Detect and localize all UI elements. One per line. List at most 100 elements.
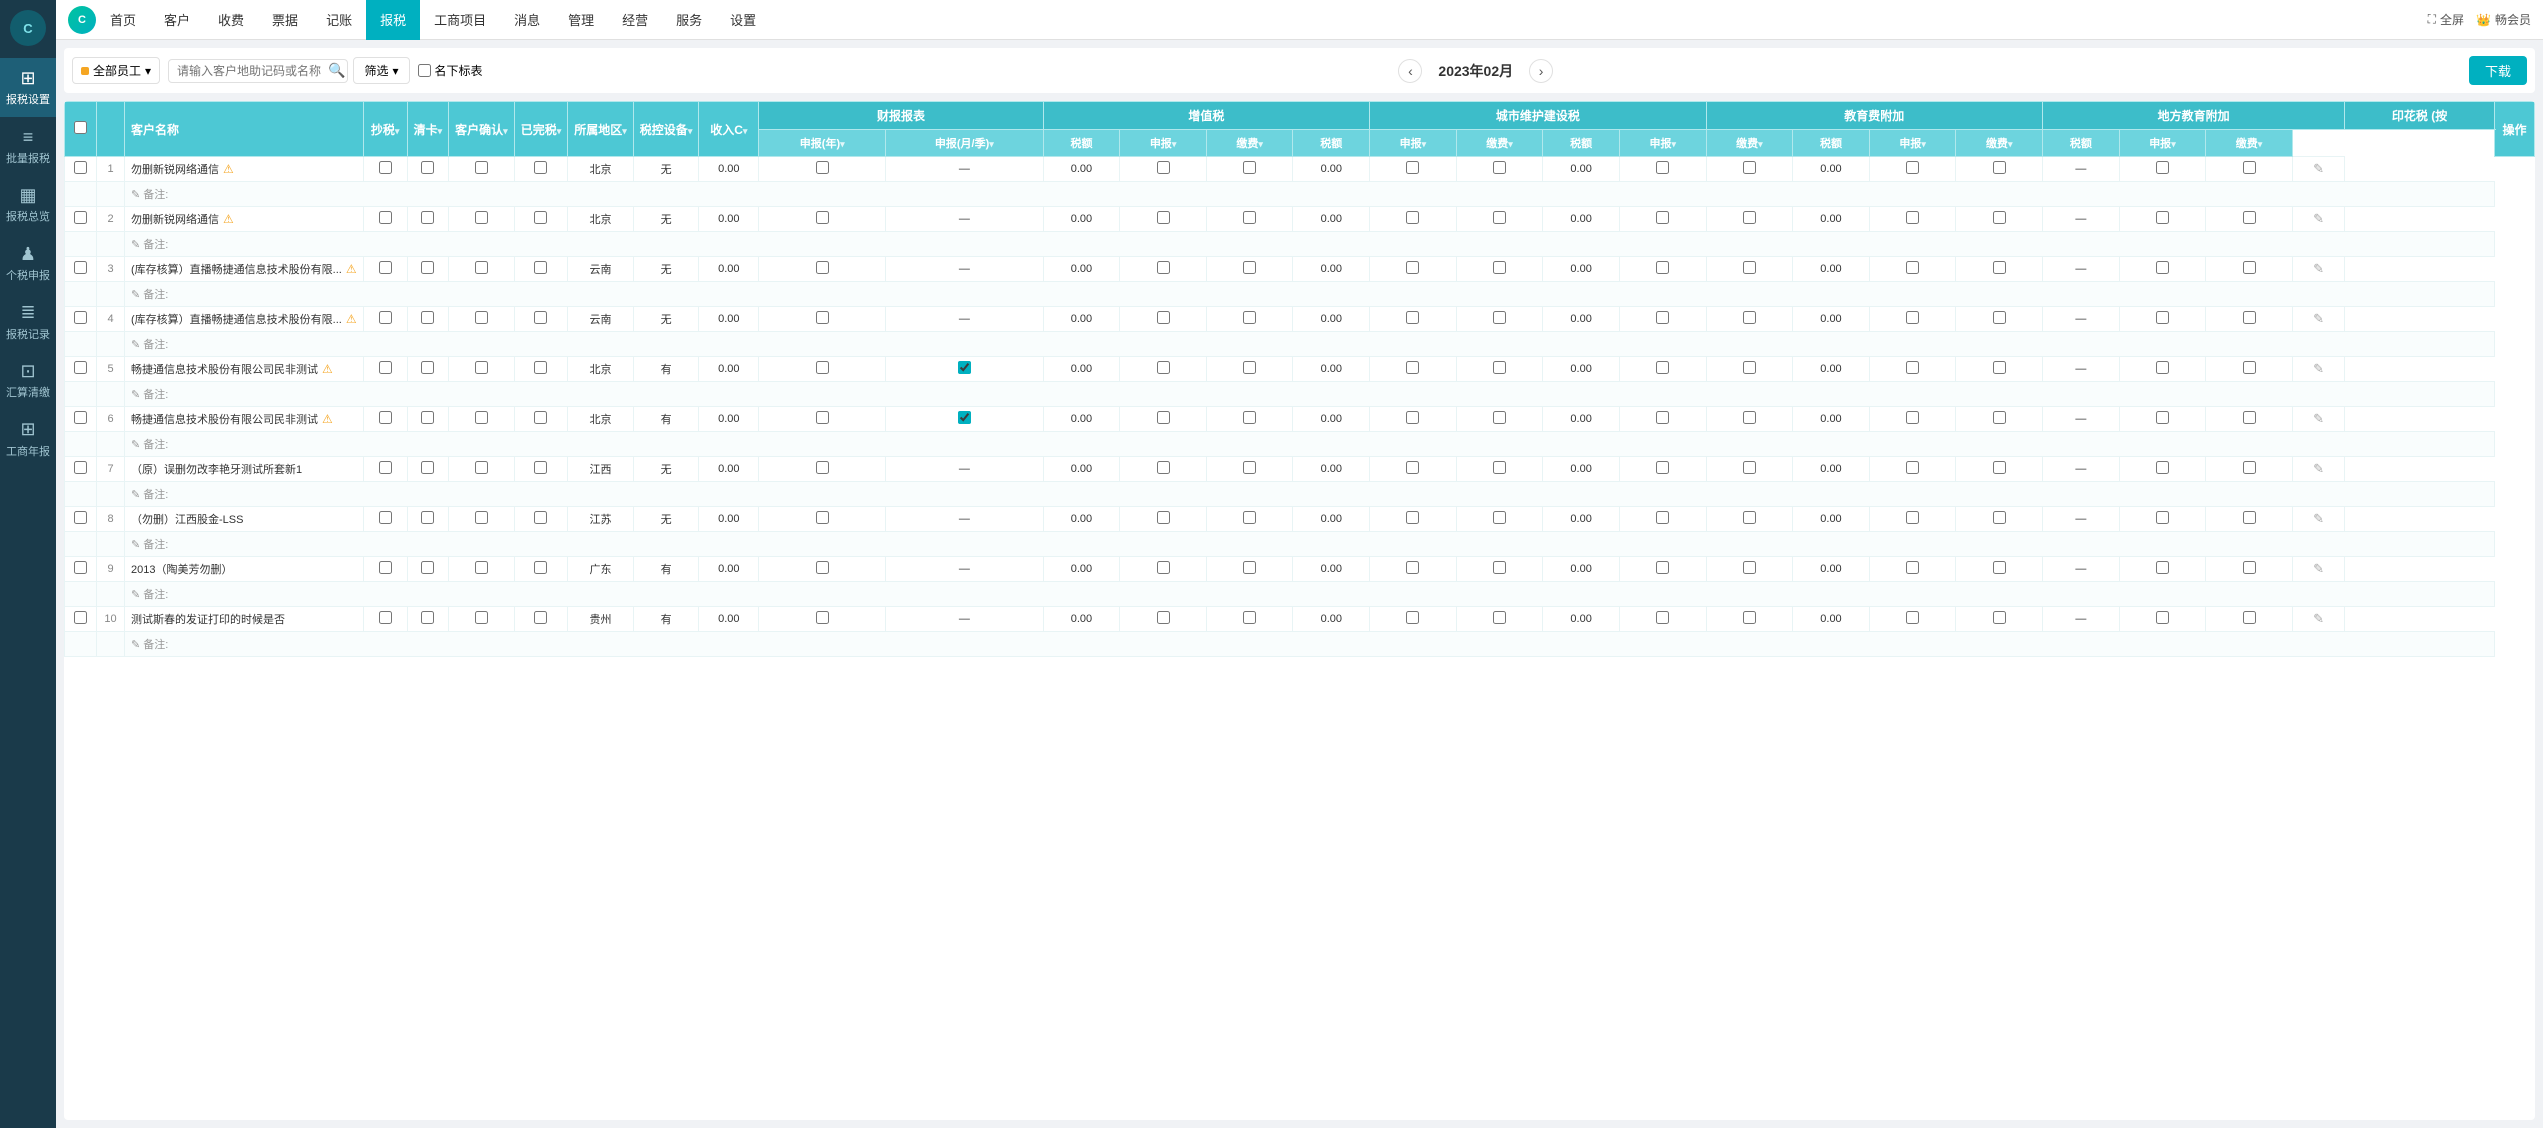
nav-fee[interactable]: 收费 (204, 0, 258, 40)
df-sb-cell[interactable] (1869, 607, 1956, 632)
chaoshui-checkbox[interactable] (379, 561, 392, 574)
yh-sb-checkbox[interactable] (2156, 461, 2169, 474)
df-sb-cell[interactable] (1869, 407, 1956, 432)
qingka-checkbox[interactable] (421, 311, 434, 324)
yh-sb-cell[interactable] (2119, 207, 2206, 232)
chaoshui-checkbox[interactable] (379, 161, 392, 174)
yh-sb-checkbox[interactable] (2156, 261, 2169, 274)
done-cell[interactable] (514, 257, 568, 282)
qingka-cell[interactable] (407, 407, 449, 432)
nav-service[interactable]: 服务 (662, 0, 716, 40)
cs-jf-cell[interactable] (1456, 607, 1543, 632)
cs-sb-checkbox[interactable] (1406, 311, 1419, 324)
qingka-cell[interactable] (407, 257, 449, 282)
cs-sb-checkbox[interactable] (1406, 411, 1419, 424)
zz-jf-cell[interactable] (1206, 307, 1293, 332)
annual-cb-cell[interactable] (759, 507, 886, 532)
note-cell[interactable]: ✎ 备注: (125, 532, 2495, 557)
jy-jf-cell[interactable] (1706, 257, 1793, 282)
edit-icon[interactable]: ✎ (2313, 411, 2324, 426)
cs-sb-cell[interactable] (1370, 557, 1457, 582)
done-checkbox[interactable] (534, 361, 547, 374)
confirm-cell[interactable] (449, 307, 515, 332)
yh-sb-cell[interactable] (2119, 357, 2206, 382)
zz-sb-cell[interactable] (1120, 457, 1207, 482)
note-cell[interactable]: ✎ 备注: (125, 282, 2495, 307)
jy-jf-cell[interactable] (1706, 307, 1793, 332)
cs-jf-checkbox[interactable] (1493, 511, 1506, 524)
yh-sb-cell[interactable] (2119, 157, 2206, 182)
jy-sb-checkbox[interactable] (1656, 411, 1669, 424)
edit-icon[interactable]: ✎ (2313, 161, 2324, 176)
zz-sb-checkbox[interactable] (1157, 211, 1170, 224)
confirm-cell[interactable] (449, 207, 515, 232)
cs-sb-cell[interactable] (1370, 157, 1457, 182)
jy-jf-cell[interactable] (1706, 557, 1793, 582)
done-checkbox[interactable] (534, 561, 547, 574)
zz-jf-checkbox[interactable] (1243, 511, 1256, 524)
annual-checkbox[interactable] (816, 511, 829, 524)
df-sb-cell[interactable] (1869, 507, 1956, 532)
annual-cb-cell[interactable] (759, 607, 886, 632)
confirm-cell[interactable] (449, 507, 515, 532)
zz-sb-cell[interactable] (1120, 357, 1207, 382)
qingka-checkbox[interactable] (421, 561, 434, 574)
cs-sb-cell[interactable] (1370, 607, 1457, 632)
df-sb-checkbox[interactable] (1906, 211, 1919, 224)
cs-jf-cell[interactable] (1456, 357, 1543, 382)
row-checkbox[interactable] (74, 211, 87, 224)
qingka-checkbox[interactable] (421, 261, 434, 274)
confirm-checkbox[interactable] (475, 161, 488, 174)
confirm-cell[interactable] (449, 457, 515, 482)
done-checkbox[interactable] (534, 461, 547, 474)
row-select-cell[interactable] (65, 157, 97, 182)
annual-checkbox[interactable] (816, 211, 829, 224)
sidebar-item-baoshuishezhi[interactable]: ⊞ 报税设置 (0, 58, 56, 117)
nav-manage[interactable]: 管理 (554, 0, 608, 40)
cs-sb-cell[interactable] (1370, 507, 1457, 532)
df-jf-cell[interactable] (1956, 307, 2043, 332)
qingka-checkbox[interactable] (421, 511, 434, 524)
yh-sb-cell[interactable] (2119, 457, 2206, 482)
monthly-cb-cell[interactable]: — (886, 157, 1044, 182)
yh-sb-cell[interactable] (2119, 607, 2206, 632)
annual-checkbox[interactable] (816, 461, 829, 474)
done-cell[interactable] (514, 207, 568, 232)
qingka-checkbox[interactable] (421, 611, 434, 624)
yh-jf-cell[interactable] (2206, 307, 2293, 332)
search-input[interactable] (168, 59, 348, 83)
yh-jf-checkbox[interactable] (2243, 161, 2256, 174)
cs-jf-checkbox[interactable] (1493, 311, 1506, 324)
nav-customer[interactable]: 客户 (150, 0, 204, 40)
jy-sb-cell[interactable] (1619, 307, 1706, 332)
note-cell[interactable]: ✎ 备注: (125, 232, 2495, 257)
done-checkbox[interactable] (534, 311, 547, 324)
row-checkbox[interactable] (74, 361, 87, 374)
done-cell[interactable] (514, 607, 568, 632)
jy-sb-cell[interactable] (1619, 557, 1706, 582)
monthly-cb-cell[interactable]: — (886, 207, 1044, 232)
jy-jf-checkbox[interactable] (1743, 261, 1756, 274)
yh-sb-checkbox[interactable] (2156, 361, 2169, 374)
done-cell[interactable] (514, 507, 568, 532)
yh-sb-cell[interactable] (2119, 257, 2206, 282)
select-all-checkbox[interactable] (74, 121, 87, 134)
jy-jf-checkbox[interactable] (1743, 211, 1756, 224)
chaoshui-checkbox[interactable] (379, 361, 392, 374)
annual-cb-cell[interactable] (759, 357, 886, 382)
yh-jf-cell[interactable] (2206, 607, 2293, 632)
jy-jf-cell[interactable] (1706, 607, 1793, 632)
search-button[interactable]: 🔍 (328, 62, 345, 79)
zz-jf-cell[interactable] (1206, 407, 1293, 432)
done-checkbox[interactable] (534, 411, 547, 424)
jy-jf-checkbox[interactable] (1743, 561, 1756, 574)
name-under-checkbox[interactable] (418, 64, 431, 77)
cs-sb-cell[interactable] (1370, 307, 1457, 332)
df-sb-checkbox[interactable] (1906, 611, 1919, 624)
jy-jf-cell[interactable] (1706, 157, 1793, 182)
jy-sb-checkbox[interactable] (1656, 511, 1669, 524)
df-jf-checkbox[interactable] (1993, 211, 2006, 224)
nav-business[interactable]: 工商项目 (420, 0, 500, 40)
chaoshui-checkbox[interactable] (379, 611, 392, 624)
jy-jf-cell[interactable] (1706, 507, 1793, 532)
